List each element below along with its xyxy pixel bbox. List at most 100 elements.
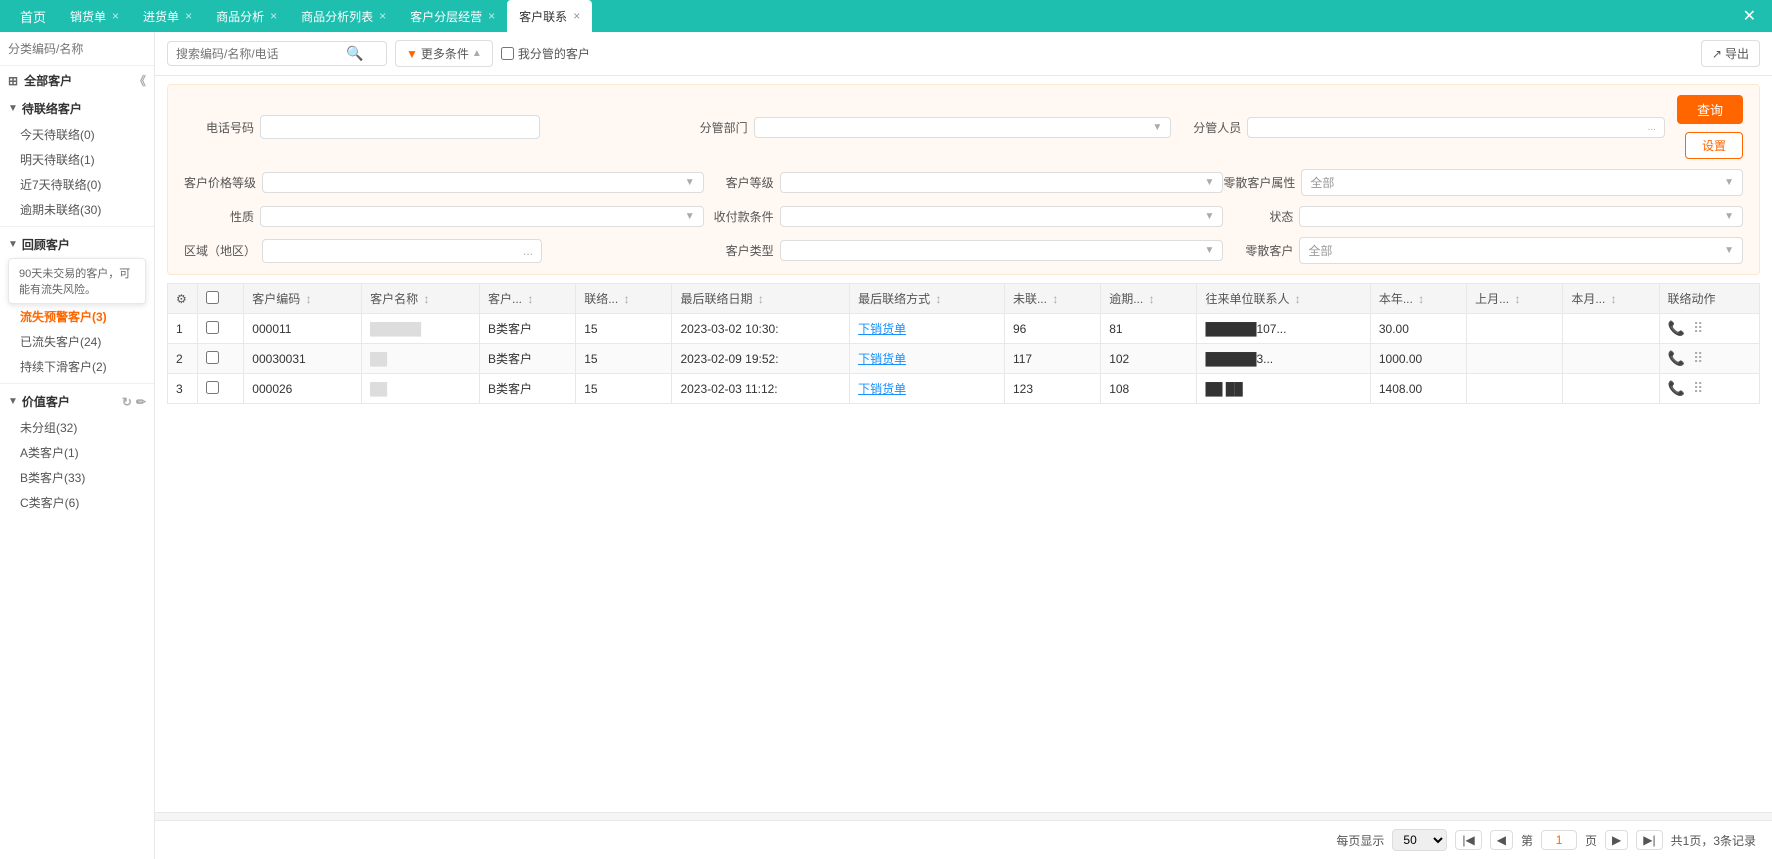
dept-select[interactable]: ▼ — [754, 117, 1172, 138]
sidebar-item-declining[interactable]: 持续下滑客户(2) — [0, 354, 154, 379]
close-tab-purchase[interactable]: × — [185, 9, 192, 23]
th-contact-num[interactable]: 联络... ↕ — [576, 284, 672, 314]
region-select[interactable]: ... — [262, 239, 542, 263]
th-name[interactable]: 客户名称 ↕ — [362, 284, 480, 314]
collapse-icon[interactable]: 《 — [134, 72, 146, 89]
close-tab-sales[interactable]: × — [112, 9, 119, 23]
sidebar-item-churned[interactable]: 已流失客户(24) — [0, 329, 154, 354]
th-last-method[interactable]: 最后联络方式 ↕ — [850, 284, 1005, 314]
th-type[interactable]: 客户... ↕ — [479, 284, 575, 314]
zero-cust-select[interactable]: 全部 ▼ — [1299, 237, 1743, 264]
next-page-button[interactable]: ▶ — [1605, 830, 1628, 850]
sidebar-all-customers[interactable]: ⊞ 全部客户 《 — [0, 66, 154, 95]
data-table: ⚙ 客户编码 ↕ 客户名称 ↕ 客户... ↕ 联络... ↕ 最后联络日期 ↕… — [167, 283, 1760, 404]
cust-type-select[interactable]: ▼ — [780, 240, 1224, 261]
row-2-code: 00030031 — [244, 344, 362, 374]
filter-cell-gender: 性质 ▼ — [184, 206, 704, 227]
payment-select[interactable]: ▼ — [780, 206, 1224, 227]
sidebar-group-pending[interactable]: ▼ 待联络客户 — [0, 95, 154, 122]
close-tab-customer-layer[interactable]: × — [488, 9, 495, 23]
tab-home[interactable]: 首页 — [8, 0, 58, 32]
close-tab-product-analysis[interactable]: × — [270, 9, 277, 23]
row-3-method[interactable]: 下销货单 — [850, 374, 1005, 404]
close-tab-customer-contact[interactable]: × — [573, 9, 580, 23]
th-this-year[interactable]: 本年... ↕ — [1370, 284, 1466, 314]
th-settings[interactable]: ⚙ — [168, 284, 198, 314]
last-page-button[interactable]: ▶| — [1636, 830, 1662, 850]
row-2-method[interactable]: 下销货单 — [850, 344, 1005, 374]
prev-page-button[interactable]: ◀ — [1490, 830, 1513, 850]
sidebar-item-c-class[interactable]: C类客户(6) — [0, 490, 154, 515]
cust-level-select[interactable]: ▼ — [780, 172, 1224, 193]
th-this-month[interactable]: 本月... ↕ — [1563, 284, 1659, 314]
sidebar-item-churn-warning[interactable]: 流失预警客户(3) — [0, 304, 154, 329]
sidebar-search-input[interactable] — [8, 42, 155, 56]
sidebar-group-review[interactable]: ▼ 回顾客户 — [0, 231, 154, 258]
page-number-input[interactable] — [1541, 830, 1577, 850]
sidebar-item-today[interactable]: 今天待联络(0) — [0, 122, 154, 147]
row-1-checkbox — [198, 314, 244, 344]
sidebar-item-7days[interactable]: 近7天待联络(0) — [0, 172, 154, 197]
window-close-button[interactable]: ✕ — [1735, 6, 1764, 26]
table-row: 2 00030031 ██ B类客户 15 2023-02-09 19:52: … — [168, 344, 1760, 374]
price-level-select[interactable]: ▼ — [262, 172, 704, 193]
phone-label: 电话号码 — [184, 119, 254, 136]
my-customers-check[interactable] — [501, 47, 514, 60]
row-2-contact: 15 — [576, 344, 672, 374]
cust-level-label: 客户等级 — [704, 174, 774, 191]
first-page-button[interactable]: |◀ — [1455, 830, 1481, 850]
my-customers-checkbox[interactable]: 我分管的客户 — [501, 45, 590, 62]
per-page-select[interactable]: 50 20 100 — [1392, 829, 1447, 851]
query-button[interactable]: 查询 — [1677, 95, 1743, 124]
tab-purchase[interactable]: 进货单 × — [131, 0, 204, 32]
filter-cell-cust-level: 客户等级 ▼ — [704, 172, 1224, 193]
more-conditions-button[interactable]: ▼ 更多条件 ▲ — [395, 40, 493, 67]
row-3-select[interactable] — [206, 381, 219, 394]
edit-icon[interactable]: ✏ — [136, 395, 146, 409]
row-2-select[interactable] — [206, 351, 219, 364]
tab-product-list[interactable]: 商品分析列表 × — [289, 0, 398, 32]
zero-attr-select[interactable]: 全部 ▼ — [1301, 169, 1743, 196]
contact-icon-3[interactable]: 📞 — [1668, 380, 1685, 397]
th-code[interactable]: 客户编码 ↕ — [244, 284, 362, 314]
dots-icon[interactable]: ... — [523, 244, 533, 258]
th-company-contact[interactable]: 往来单位联系人 ↕ — [1197, 284, 1370, 314]
toolbar-search-icon[interactable]: 🔍 — [346, 45, 363, 62]
status-select[interactable]: ▼ — [1299, 206, 1743, 227]
export-button[interactable]: ↗ 导出 — [1701, 40, 1760, 67]
filter-cell-dept: 分管部门 ▼ — [678, 117, 1172, 138]
th-last-month[interactable]: 上月... ↕ — [1467, 284, 1563, 314]
row-1-method[interactable]: 下销货单 — [850, 314, 1005, 344]
contact-icon-1[interactable]: 📞 — [1668, 320, 1685, 337]
toolbar-search-input[interactable] — [176, 47, 346, 61]
table-body: 1 000011 ██████ B类客户 15 2023-03-02 10:30… — [168, 314, 1760, 404]
th-unlinked[interactable]: 未联... ↕ — [1004, 284, 1100, 314]
contact-icon-2[interactable]: 📞 — [1668, 350, 1685, 367]
th-overdue[interactable]: 逾期... ↕ — [1101, 284, 1197, 314]
sidebar-group-value[interactable]: ▼ 价值客户 ↻ ✏ — [0, 388, 154, 415]
more-icon-3[interactable]: ⠿ — [1693, 380, 1703, 397]
sidebar-item-a-class[interactable]: A类客户(1) — [0, 440, 154, 465]
phone-input[interactable] — [260, 115, 540, 139]
sidebar-item-b-class[interactable]: B类客户(33) — [0, 465, 154, 490]
tab-customer-layer[interactable]: 客户分层经营 × — [398, 0, 507, 32]
more-icon-2[interactable]: ⠿ — [1693, 350, 1703, 367]
sidebar-item-ungroup[interactable]: 未分组(32) — [0, 415, 154, 440]
sidebar-item-overdue[interactable]: 逾期未联络(30) — [0, 197, 154, 222]
close-tab-product-list[interactable]: × — [379, 9, 386, 23]
sidebar-item-tomorrow[interactable]: 明天待联络(1) — [0, 147, 154, 172]
person-select[interactable]: ... — [1247, 117, 1665, 138]
horizontal-scrollbar[interactable] — [155, 812, 1772, 820]
refresh-icon[interactable]: ↻ — [122, 395, 132, 409]
select-all-checkbox[interactable] — [206, 291, 219, 304]
tab-sales[interactable]: 销货单 × — [58, 0, 131, 32]
action-icons-1: 📞 ⠿ — [1668, 320, 1751, 337]
tab-product-analysis[interactable]: 商品分析 × — [204, 0, 289, 32]
tab-customer-contact[interactable]: 客户联系 × — [507, 0, 592, 32]
row-1-select[interactable] — [206, 321, 219, 334]
gender-select[interactable]: ▼ — [260, 206, 704, 227]
more-icon-1[interactable]: ⠿ — [1693, 320, 1703, 337]
setting-button[interactable]: 设置 — [1685, 132, 1743, 159]
arrow-down-icon-2: ▼ — [8, 239, 18, 250]
th-last-date[interactable]: 最后联络日期 ↕ — [672, 284, 850, 314]
